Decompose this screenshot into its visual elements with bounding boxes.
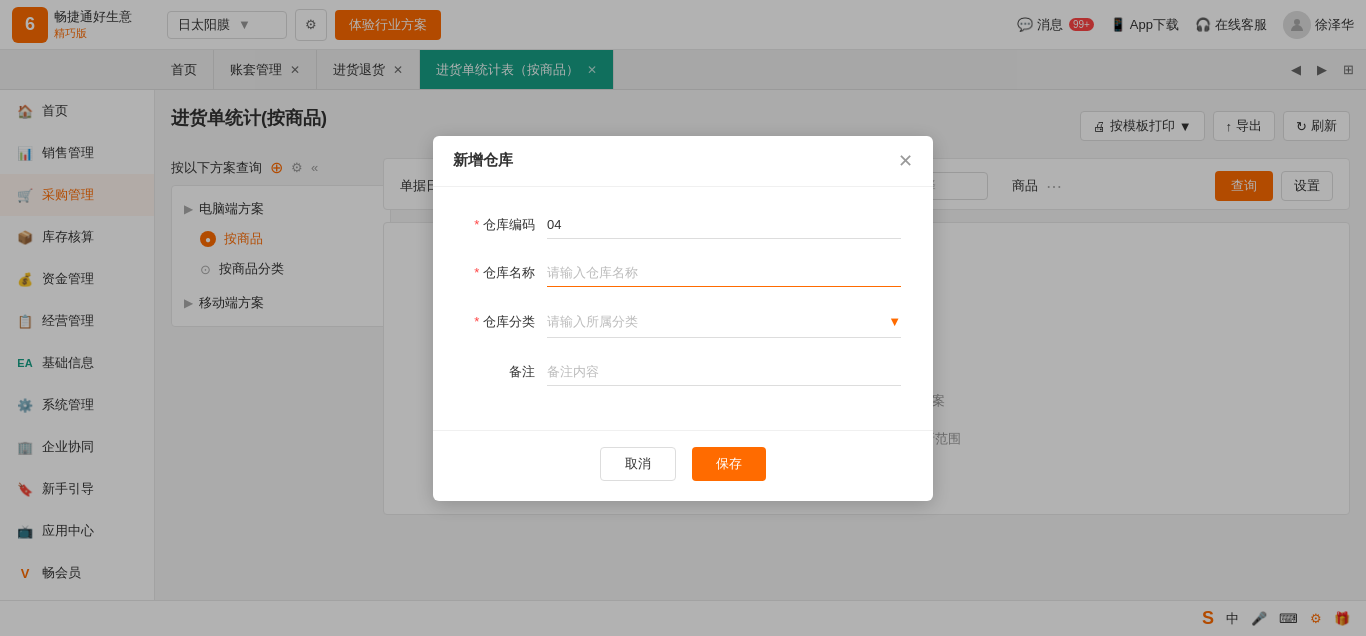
field-remark-label: 备注 — [465, 363, 535, 381]
form-row-code: 仓库编码 — [465, 211, 901, 239]
cancel-button[interactable]: 取消 — [600, 447, 676, 481]
dialog-footer: 取消 保存 — [433, 430, 933, 501]
field-category-label: 仓库分类 — [465, 313, 535, 331]
warehouse-code-input[interactable] — [547, 211, 901, 239]
add-warehouse-dialog: 新增仓库 ✕ 仓库编码 仓库名称 仓库分类 请输入所属分类 ▼ — [433, 136, 933, 501]
modal-overlay: 新增仓库 ✕ 仓库编码 仓库名称 仓库分类 请输入所属分类 ▼ — [0, 0, 1366, 636]
dialog-header: 新增仓库 ✕ — [433, 136, 933, 187]
warehouse-name-input[interactable] — [547, 259, 901, 287]
form-row-name: 仓库名称 — [465, 259, 901, 287]
field-name-label: 仓库名称 — [465, 264, 535, 282]
dialog-body: 仓库编码 仓库名称 仓库分类 请输入所属分类 ▼ 备注 — [433, 187, 933, 430]
field-code-label: 仓库编码 — [465, 216, 535, 234]
close-dialog-icon[interactable]: ✕ — [898, 150, 913, 172]
warehouse-remark-input[interactable] — [547, 358, 901, 386]
warehouse-category-select[interactable]: 请输入所属分类 ▼ — [547, 307, 901, 338]
dialog-title: 新增仓库 — [453, 151, 513, 170]
select-arrow-icon: ▼ — [888, 314, 901, 329]
save-button[interactable]: 保存 — [692, 447, 766, 481]
form-row-remark: 备注 — [465, 358, 901, 386]
form-row-category: 仓库分类 请输入所属分类 ▼ — [465, 307, 901, 338]
